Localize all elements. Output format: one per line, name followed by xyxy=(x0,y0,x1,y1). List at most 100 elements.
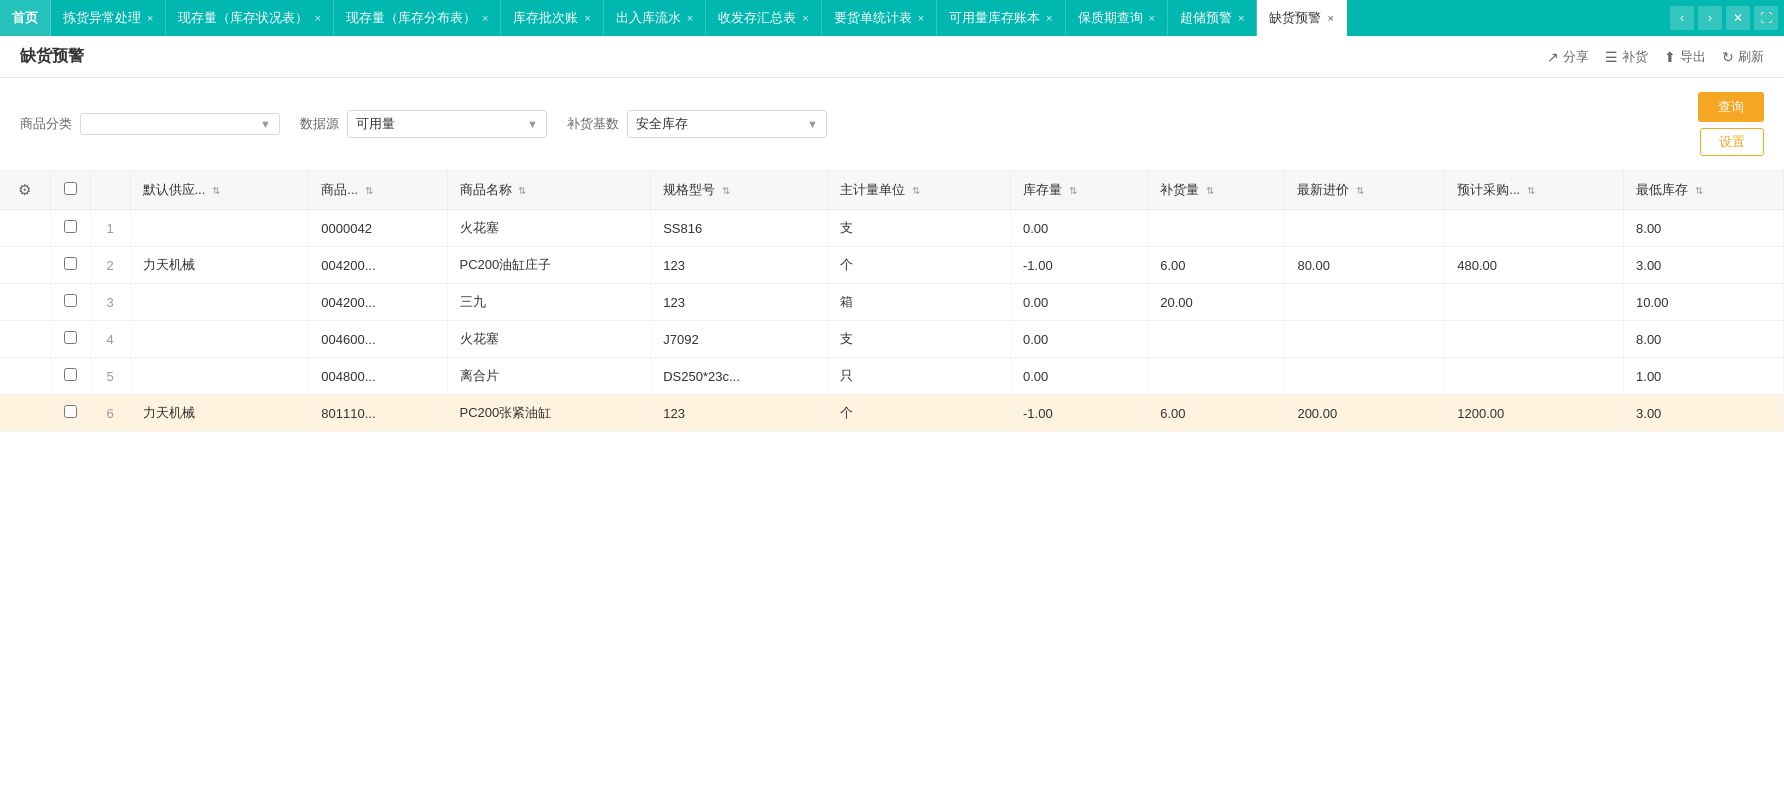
row-unit: 个 xyxy=(828,395,1011,432)
export-button[interactable]: ⬆ 导出 xyxy=(1664,48,1706,66)
restock-sort-icon[interactable]: ⇅ xyxy=(1206,185,1214,196)
nav-tab-close-icon[interactable]: × xyxy=(147,12,153,24)
nav-tab-label: 要货单统计表 xyxy=(834,9,912,27)
nav-tab-close-icon[interactable]: × xyxy=(1327,12,1333,24)
nav-tab-tab8[interactable]: 可用量库存账本× xyxy=(937,0,1065,36)
row-stock: -1.00 xyxy=(1011,395,1148,432)
nav-tab-close-icon[interactable]: × xyxy=(1046,12,1052,24)
row-name: 离合片 xyxy=(447,358,651,395)
row-checkbox-cell[interactable] xyxy=(50,247,90,284)
datasource-value: 可用量 xyxy=(356,115,395,133)
page-header: 缺货预警 ↗ 分享 ☰ 补货 ⬆ 导出 ↻ 刷新 xyxy=(0,36,1784,78)
nav-tab-close-icon[interactable]: × xyxy=(584,12,590,24)
row-stock: 0.00 xyxy=(1011,284,1148,321)
refresh-button[interactable]: ↻ 刷新 xyxy=(1722,48,1764,66)
row-checkbox[interactable] xyxy=(64,294,77,307)
export-icon: ⬆ xyxy=(1664,49,1676,65)
row-num: 6 xyxy=(90,395,130,432)
nav-tab-tab1[interactable]: 拣货异常处理× xyxy=(51,0,166,36)
nav-tab-tab3[interactable]: 现存量（库存分布表） × xyxy=(334,0,501,36)
nav-tab-close-icon[interactable]: × xyxy=(687,12,693,24)
nav-prev-btn[interactable]: ‹ xyxy=(1670,6,1694,30)
nav-tab-close-icon[interactable]: × xyxy=(1238,12,1244,24)
restock-arrow-icon: ▼ xyxy=(807,118,818,130)
datasource-arrow-icon: ▼ xyxy=(527,118,538,130)
datasource-filter-group: 数据源 可用量 ▼ xyxy=(300,110,547,138)
nav-close-btn[interactable]: ✕ xyxy=(1726,6,1750,30)
restock-select[interactable]: 安全库存 ▼ xyxy=(627,110,827,138)
datasource-select[interactable]: 可用量 ▼ xyxy=(347,110,547,138)
nav-tab-label: 保质期查询 xyxy=(1078,9,1143,27)
row-latest-price xyxy=(1285,284,1445,321)
restock-button[interactable]: ☰ 补货 xyxy=(1605,48,1648,66)
latest-price-sort-icon[interactable]: ⇅ xyxy=(1356,185,1364,196)
category-select[interactable]: ▼ xyxy=(80,113,280,135)
restock-filter-group: 补货基数 安全库存 ▼ xyxy=(567,110,827,138)
row-checkbox[interactable] xyxy=(64,220,77,233)
nav-tab-label: 收发存汇总表 xyxy=(718,9,796,27)
code-sort-icon[interactable]: ⇅ xyxy=(365,185,373,196)
nav-tab-tab7[interactable]: 要货单统计表 × xyxy=(822,0,937,36)
nav-tab-close-icon[interactable]: × xyxy=(1149,12,1155,24)
table-body: 1 0000042 火花塞 SS816 支 0.00 8.00 2 力天机械 0… xyxy=(0,210,1784,432)
row-est-purchase xyxy=(1445,284,1624,321)
share-icon: ↗ xyxy=(1547,49,1559,65)
row-spec: DS250*23c... xyxy=(651,358,828,395)
row-restock xyxy=(1148,358,1285,395)
row-checkbox-cell[interactable] xyxy=(50,395,90,432)
restock-label: 补货基数 xyxy=(567,115,619,133)
est-purchase-sort-icon[interactable]: ⇅ xyxy=(1527,185,1535,196)
min-stock-sort-icon[interactable]: ⇅ xyxy=(1695,185,1703,196)
nav-tab-tab10[interactable]: 超储预警× xyxy=(1168,0,1257,36)
nav-tab-close-icon[interactable]: × xyxy=(918,12,924,24)
th-latest-price-label: 最新进价 xyxy=(1297,182,1349,197)
nav-home[interactable]: 首页 xyxy=(0,0,51,36)
nav-tab-label: 现存量（库存分布表） xyxy=(346,9,476,27)
nav-tab-close-icon[interactable]: × xyxy=(802,12,808,24)
row-min-stock: 8.00 xyxy=(1624,321,1784,358)
nav-tab-tab4[interactable]: 库存批次账× xyxy=(501,0,603,36)
row-checkbox-cell[interactable] xyxy=(50,210,90,247)
select-all-checkbox[interactable] xyxy=(64,182,77,195)
nav-tab-close-icon[interactable]: × xyxy=(314,12,320,24)
row-name: 火花塞 xyxy=(447,321,651,358)
nav-next-btn[interactable]: › xyxy=(1698,6,1722,30)
filter-area: 商品分类 ▼ 数据源 可用量 ▼ 补货基数 安全库存 ▼ 查询 设置 xyxy=(0,78,1784,171)
share-button[interactable]: ↗ 分享 xyxy=(1547,48,1589,66)
supplier-sort-icon[interactable]: ⇅ xyxy=(212,185,220,196)
spec-sort-icon[interactable]: ⇅ xyxy=(722,185,730,196)
query-button[interactable]: 查询 xyxy=(1698,92,1764,122)
row-stock: 0.00 xyxy=(1011,210,1148,247)
th-restock: 补货量 ⇅ xyxy=(1148,171,1285,210)
table-row: 6 力天机械 801110... PC200张紧油缸 123 个 -1.00 6… xyxy=(0,395,1784,432)
row-settings-cell xyxy=(0,247,50,284)
nav-tab-tab5[interactable]: 出入库流水× xyxy=(604,0,706,36)
nav-tab-tab6[interactable]: 收发存汇总表 × xyxy=(706,0,821,36)
unit-sort-icon[interactable]: ⇅ xyxy=(912,185,920,196)
nav-expand-btn[interactable]: ⛶ xyxy=(1754,6,1778,30)
th-supplier-label: 默认供应... xyxy=(143,182,206,197)
nav-tab-close-icon[interactable]: × xyxy=(482,12,488,24)
row-checkbox[interactable] xyxy=(64,331,77,344)
row-latest-price xyxy=(1285,321,1445,358)
row-checkbox[interactable] xyxy=(64,405,77,418)
gear-icon[interactable]: ⚙ xyxy=(18,181,31,198)
datasource-label: 数据源 xyxy=(300,115,339,133)
row-min-stock: 1.00 xyxy=(1624,358,1784,395)
nav-tab-tab2[interactable]: 现存量（库存状况表）× xyxy=(166,0,333,36)
table-header: ⚙ 默认供应... ⇅ 商品... ⇅ 商品名称 xyxy=(0,171,1784,210)
row-checkbox[interactable] xyxy=(64,257,77,270)
row-stock: -1.00 xyxy=(1011,247,1148,284)
settings-button[interactable]: 设置 xyxy=(1700,128,1764,156)
row-checkbox-cell[interactable] xyxy=(50,284,90,321)
row-checkbox-cell[interactable] xyxy=(50,321,90,358)
th-num xyxy=(90,171,130,210)
row-checkbox-cell[interactable] xyxy=(50,358,90,395)
data-table: ⚙ 默认供应... ⇅ 商品... ⇅ 商品名称 xyxy=(0,171,1784,432)
row-checkbox[interactable] xyxy=(64,368,77,381)
stock-sort-icon[interactable]: ⇅ xyxy=(1069,185,1077,196)
nav-tab-tab9[interactable]: 保质期查询 × xyxy=(1066,0,1168,36)
name-sort-icon[interactable]: ⇅ xyxy=(518,185,526,196)
nav-tab-tab11[interactable]: 缺货预警× xyxy=(1257,0,1346,36)
page-content: 缺货预警 ↗ 分享 ☰ 补货 ⬆ 导出 ↻ 刷新 商品分类 xyxy=(0,36,1784,796)
